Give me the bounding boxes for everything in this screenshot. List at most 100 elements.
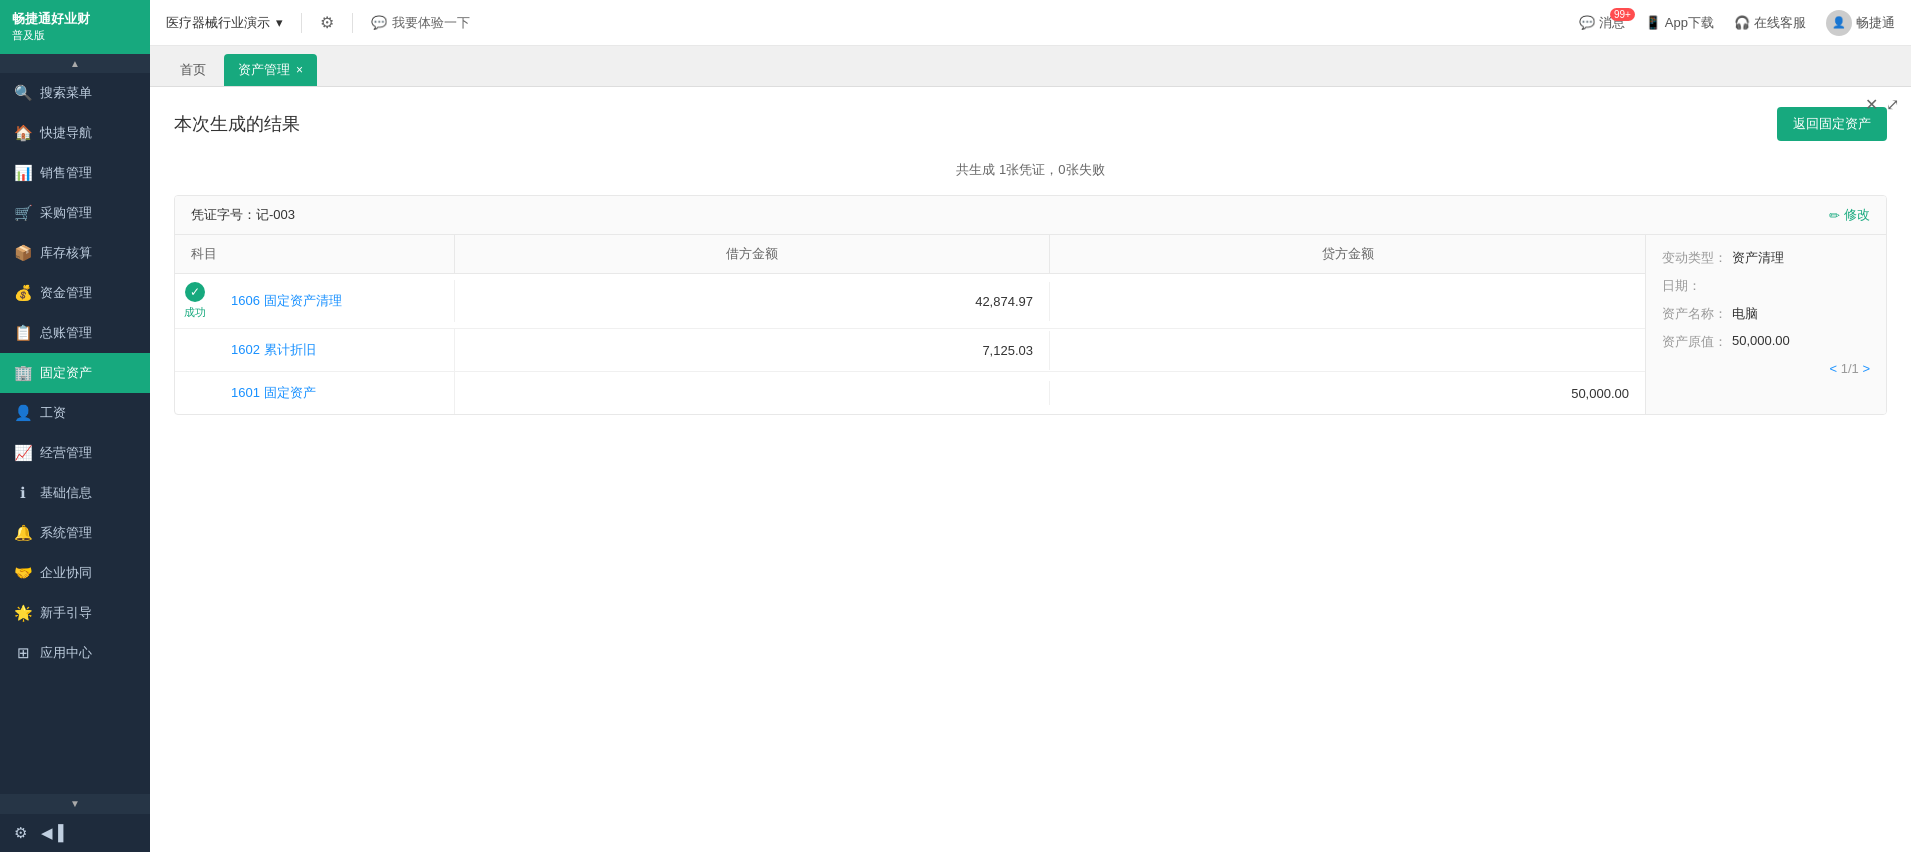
app-download-button[interactable]: 📱 App下载: [1645, 14, 1714, 32]
topbar-right: 💬 消息 99+ 📱 App下载 🎧 在线客服 👤 畅捷通: [1579, 10, 1895, 36]
sidebar-label-quicknav: 快捷导航: [40, 124, 92, 142]
sidebar-label-funds: 资金管理: [40, 284, 92, 302]
sidebar-item-guide[interactable]: 🌟 新手引导: [0, 593, 150, 633]
sidebar-menu: 🔍 搜索菜单 🏠 快捷导航 📊 销售管理 🛒 采购管理 📦 库存核算 💰 资金管…: [0, 73, 150, 794]
sidebar-item-sales[interactable]: 📊 销售管理: [0, 153, 150, 193]
tab-home[interactable]: 首页: [166, 54, 220, 86]
online-service-label: 在线客服: [1754, 14, 1806, 32]
edit-button[interactable]: ✏ 修改: [1829, 206, 1870, 224]
date-label: 日期：: [1662, 277, 1732, 295]
col-debit: 借方金额: [455, 235, 1050, 273]
audio-footer-icon[interactable]: ◀▐: [41, 824, 64, 842]
tab-home-label: 首页: [180, 62, 206, 77]
sidebar-item-management[interactable]: 📈 经营管理: [0, 433, 150, 473]
tab-asset-label: 资产管理: [238, 61, 290, 79]
side-date: 日期：: [1662, 277, 1870, 295]
sidebar-logo: 畅捷通好业财 普及版: [0, 0, 150, 54]
debit-2: 7,125.03: [455, 331, 1050, 370]
asset-name-value: 电脑: [1732, 305, 1758, 323]
sidebar-scroll-down[interactable]: ▼: [0, 794, 150, 813]
ledger-icon: 📋: [14, 324, 32, 342]
experience-text: 我要体验一下: [392, 14, 470, 32]
system-icon: 🔔: [14, 524, 32, 542]
credit-1: [1050, 289, 1645, 313]
voucher-header: 凭证字号：记-003 ✏ 修改: [175, 196, 1886, 235]
sidebar-item-quicknav[interactable]: 🏠 快捷导航: [0, 113, 150, 153]
subject-1[interactable]: 1606 固定资产清理: [215, 280, 455, 322]
purchase-icon: 🛒: [14, 204, 32, 222]
settings-footer-icon[interactable]: ⚙: [14, 824, 27, 842]
side-asset-name: 资产名称： 电脑: [1662, 305, 1870, 323]
success-icon: ✓: [185, 282, 205, 302]
company-dropdown-icon: ▾: [276, 15, 283, 30]
edit-label: 修改: [1844, 206, 1870, 224]
voucher-table: 科目 借方金额 贷方金额 ✓ 成功 1606 固定资产清理 42,874.97: [175, 235, 1646, 414]
app-edition: 普及版: [12, 28, 138, 43]
expand-button[interactable]: ⤢: [1886, 95, 1899, 114]
sidebar-label-purchase: 采购管理: [40, 204, 92, 222]
avatar-icon: 👤: [1832, 16, 1846, 29]
asset-name-label: 资产名称：: [1662, 305, 1732, 323]
subject-3[interactable]: 1601 固定资产: [215, 372, 455, 414]
sidebar-label-management: 经营管理: [40, 444, 92, 462]
experience-chat-icon: 💬: [371, 15, 387, 30]
prev-page[interactable]: <: [1830, 361, 1838, 376]
gear-icon[interactable]: ⚙: [320, 13, 334, 32]
app-download-label: App下载: [1665, 14, 1714, 32]
sidebar-item-basic-info[interactable]: ℹ 基础信息: [0, 473, 150, 513]
sidebar: 畅捷通好业财 普及版 ▲ 🔍 搜索菜单 🏠 快捷导航 📊 销售管理 🛒 采购管理…: [0, 0, 150, 852]
sidebar-item-purchase[interactable]: 🛒 采购管理: [0, 193, 150, 233]
topbar-divider: [301, 13, 302, 33]
sidebar-item-search[interactable]: 🔍 搜索菜单: [0, 73, 150, 113]
voucher-number: 凭证字号：记-003: [191, 206, 295, 224]
table-row: 1601 固定资产 50,000.00: [175, 372, 1645, 414]
sidebar-item-ledger[interactable]: 📋 总账管理: [0, 313, 150, 353]
close-button[interactable]: ✕: [1865, 95, 1878, 114]
inventory-icon: 📦: [14, 244, 32, 262]
sidebar-item-system[interactable]: 🔔 系统管理: [0, 513, 150, 553]
main-area: 医疗器械行业演示 ▾ ⚙ 💬 我要体验一下 💬 消息 99+ 📱 App下载 🎧…: [150, 0, 1911, 852]
online-service-button[interactable]: 🎧 在线客服: [1734, 14, 1806, 32]
sidebar-item-salary[interactable]: 👤 工资: [0, 393, 150, 433]
asset-value-value: 50,000.00: [1732, 333, 1790, 348]
funds-icon: 💰: [14, 284, 32, 302]
subject-2[interactable]: 1602 累计折旧: [215, 329, 455, 371]
tab-close-icon[interactable]: ×: [296, 63, 303, 77]
messages-button[interactable]: 💬 消息 99+: [1579, 14, 1625, 32]
sidebar-item-fixed-assets[interactable]: 🏢 固定资产: [0, 353, 150, 393]
change-type-label: 变动类型：: [1662, 249, 1732, 267]
row-status-2: [175, 342, 215, 358]
sidebar-item-app-center[interactable]: ⊞ 应用中心: [0, 633, 150, 673]
table-row: 1602 累计折旧 7,125.03: [175, 329, 1645, 372]
company-selector[interactable]: 医疗器械行业演示 ▾: [166, 14, 283, 32]
guide-icon: 🌟: [14, 604, 32, 622]
avatar: 👤: [1826, 10, 1852, 36]
company-name: 医疗器械行业演示: [166, 14, 270, 32]
page-info: 1/1: [1841, 361, 1863, 376]
info-icon: ℹ: [14, 484, 32, 502]
service-icon: 🎧: [1734, 15, 1750, 30]
tab-asset-management[interactable]: 资产管理 ×: [224, 54, 317, 86]
sidebar-item-inventory[interactable]: 📦 库存核算: [0, 233, 150, 273]
sidebar-label-inventory: 库存核算: [40, 244, 92, 262]
sidebar-item-collab[interactable]: 🤝 企业协同: [0, 553, 150, 593]
credit-3: 50,000.00: [1050, 374, 1645, 413]
page-title: 本次生成的结果: [174, 112, 300, 136]
voucher-body: 科目 借方金额 贷方金额 ✓ 成功 1606 固定资产清理 42,874.97: [175, 235, 1886, 414]
sidebar-item-funds[interactable]: 💰 资金管理: [0, 273, 150, 313]
col-credit: 贷方金额: [1050, 235, 1645, 273]
app-name: 畅捷通好业财: [12, 10, 138, 28]
experience-button[interactable]: 💬 我要体验一下: [371, 14, 470, 32]
side-change-type: 变动类型： 资产清理: [1662, 249, 1870, 267]
user-menu[interactable]: 👤 畅捷通: [1826, 10, 1895, 36]
next-page[interactable]: >: [1862, 361, 1870, 376]
collab-icon: 🤝: [14, 564, 32, 582]
messages-icon: 💬: [1579, 15, 1595, 30]
credit-2: [1050, 338, 1645, 362]
sidebar-scroll-up[interactable]: ▲: [0, 54, 150, 73]
sidebar-label-basic-info: 基础信息: [40, 484, 92, 502]
result-summary: 共生成 1张凭证，0张失败: [174, 161, 1887, 179]
home-icon: 🏠: [14, 124, 32, 142]
side-pagination: < 1/1 >: [1662, 361, 1870, 376]
topbar-divider2: [352, 13, 353, 33]
